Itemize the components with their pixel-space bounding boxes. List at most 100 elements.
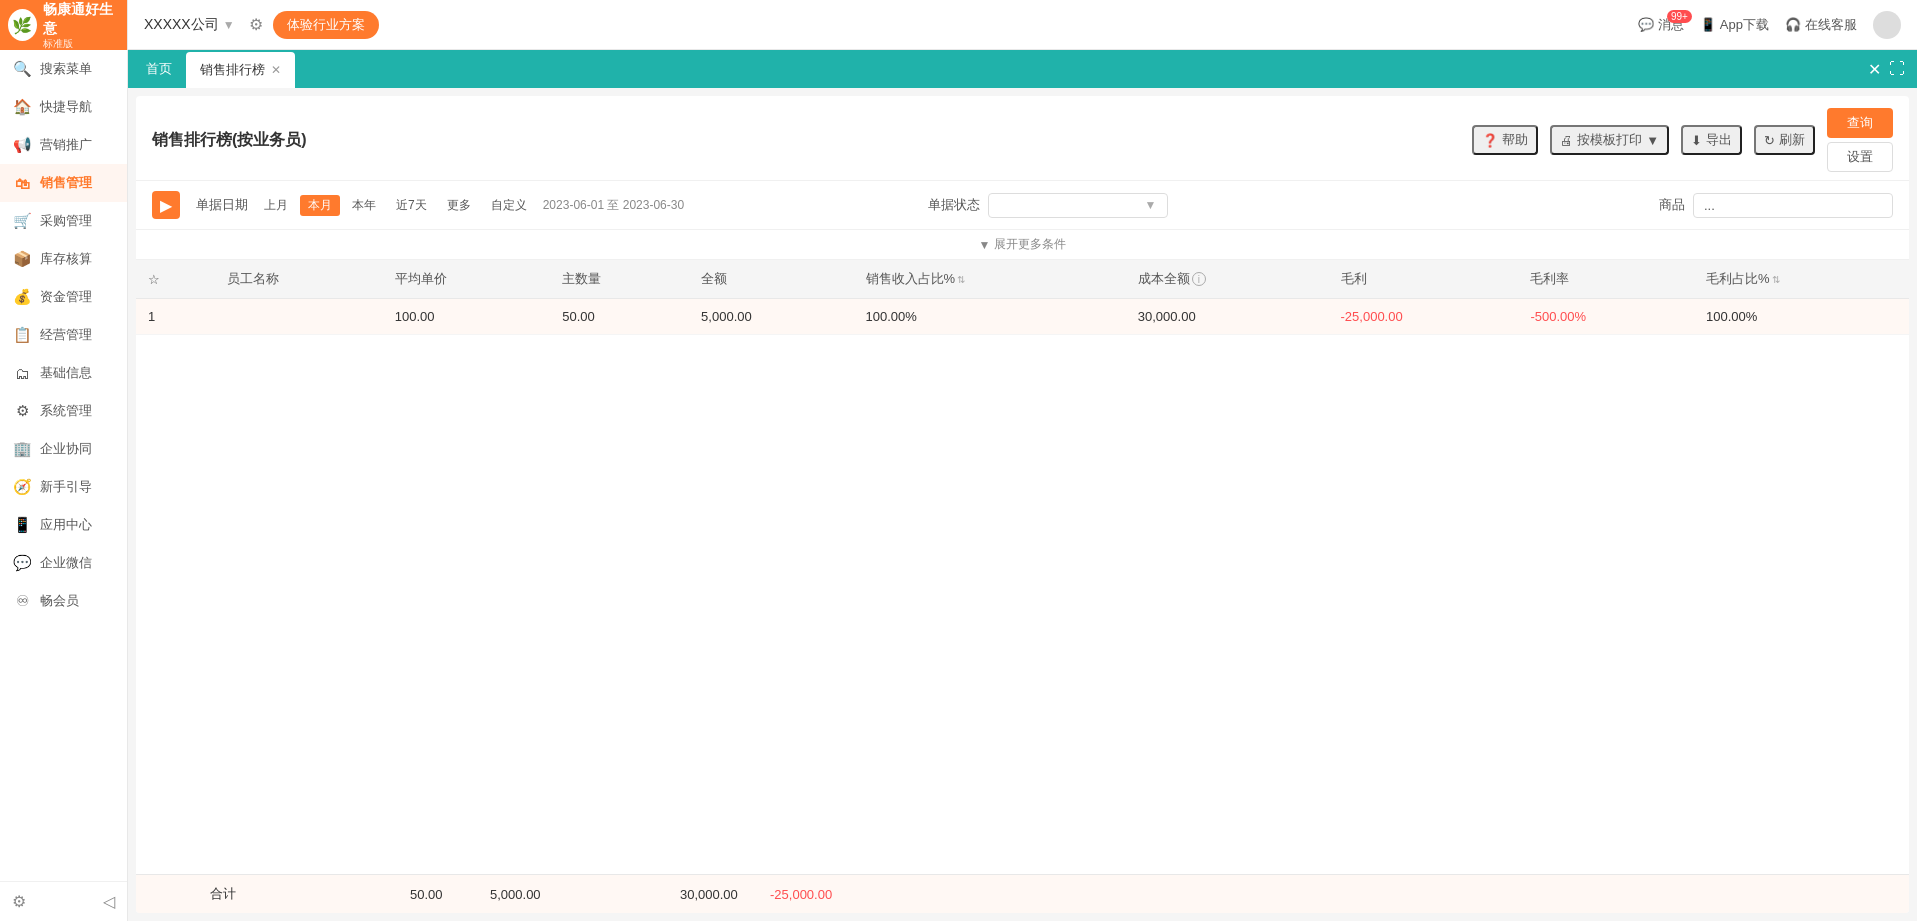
date-range: 2023-06-01 至 2023-06-30: [543, 197, 684, 214]
main-area: XXXXX公司 ▼ ⚙ 体验行业方案 💬 消息 99+ 📱 App下载 🎧 在线…: [128, 0, 1917, 921]
header-right: 💬 消息 99+ 📱 App下载 🎧 在线客服: [1638, 11, 1901, 39]
cell-amount: 5,000.00: [689, 299, 853, 335]
footer-amount: 5,000.00: [478, 887, 568, 902]
app-download-button[interactable]: 📱 App下载: [1700, 16, 1769, 34]
sidebar-item-finance[interactable]: 💰资金管理: [0, 278, 127, 316]
app-download-icon: 📱: [1700, 17, 1716, 32]
company-name: XXXXX公司: [144, 16, 219, 34]
member-icon: ♾: [12, 592, 32, 610]
table-header: ☆员工名称平均单价主数量全额销售收入占比%⇅成本全额i毛利毛利率毛利占比%⇅: [136, 260, 1909, 299]
company-selector[interactable]: XXXXX公司 ▼: [144, 16, 235, 34]
company-dropdown-arrow: ▼: [223, 18, 235, 32]
cost-info-icon[interactable]: i: [1192, 272, 1206, 286]
inner-page: 销售排行榜(按业务员) ❓ 帮助 🖨 按模板打印 ▼ ⬇ 导出: [136, 96, 1909, 913]
goods-dropdown-value: ...: [1704, 198, 1715, 213]
sidebar-item-enterprise[interactable]: 🏢企业协同: [0, 430, 127, 468]
filter-toggle-button[interactable]: ▶: [152, 191, 180, 219]
settings-button[interactable]: 设置: [1827, 142, 1893, 172]
system-icon: ⚙: [12, 402, 32, 420]
footer-total-label: 合计: [198, 885, 318, 903]
tab-sales-ranking[interactable]: 销售排行榜 ✕: [186, 52, 295, 88]
sidebar-item-label: 系统管理: [40, 402, 92, 420]
status-dropdown-arrow: ▼: [1145, 198, 1157, 212]
help-button[interactable]: ❓ 帮助: [1472, 125, 1538, 155]
help-icon: ❓: [1482, 133, 1498, 148]
tabs-bar: 首页 销售排行榜 ✕ ✕ ⛶: [128, 50, 1917, 88]
date-tab-近7天[interactable]: 近7天: [388, 195, 435, 216]
status-dropdown[interactable]: ▼: [988, 193, 1168, 218]
tab-expand-icon[interactable]: ⛶: [1889, 60, 1905, 78]
sidebar-logo: 🌿 畅康通好生意 标准版: [0, 0, 127, 50]
sidebar-item-label: 畅会员: [40, 592, 79, 610]
tabs-bar-actions: ✕ ⛶: [1868, 60, 1913, 79]
sidebar-item-app-center[interactable]: 📱应用中心: [0, 506, 127, 544]
export-button[interactable]: ⬇ 导出: [1681, 125, 1742, 155]
sidebar-item-basic-info[interactable]: 🗂基础信息: [0, 354, 127, 392]
avatar[interactable]: [1873, 11, 1901, 39]
print-button[interactable]: 🖨 按模板打印 ▼: [1550, 125, 1669, 155]
date-filter-label: 单据日期: [196, 196, 248, 214]
marketing-icon: 📢: [12, 136, 32, 154]
online-service-button[interactable]: 🎧 在线客服: [1785, 16, 1857, 34]
date-tab-上月[interactable]: 上月: [256, 195, 296, 216]
page-header: 销售排行榜(按业务员) ❓ 帮助 🖨 按模板打印 ▼ ⬇ 导出: [136, 96, 1909, 181]
col-header-gross_ratio[interactable]: 毛利占比%⇅: [1694, 260, 1909, 299]
top-header: XXXXX公司 ▼ ⚙ 体验行业方案 💬 消息 99+ 📱 App下载 🎧 在线…: [128, 0, 1917, 50]
sidebar-item-operations[interactable]: 📋经营管理: [0, 316, 127, 354]
goods-dropdown[interactable]: ...: [1693, 193, 1893, 218]
header-settings-icon[interactable]: ⚙: [249, 15, 263, 34]
tab-close-icon[interactable]: ✕: [271, 63, 281, 77]
date-tab-更多[interactable]: 更多: [439, 195, 479, 216]
app-center-icon: 📱: [12, 516, 32, 534]
sidebar-item-marketing[interactable]: 📢营销推广: [0, 126, 127, 164]
app-logo-text: 畅康通好生意 标准版: [43, 0, 119, 49]
tab-home[interactable]: 首页: [132, 50, 186, 88]
settings-icon[interactable]: ⚙: [12, 892, 26, 911]
page-content: 销售排行榜(按业务员) ❓ 帮助 🖨 按模板打印 ▼ ⬇ 导出: [128, 88, 1917, 921]
sidebar-item-sales[interactable]: 🛍销售管理: [0, 164, 127, 202]
date-tab-本年[interactable]: 本年: [344, 195, 384, 216]
finance-icon: 💰: [12, 288, 32, 306]
cell-sales-ratio: 100.00%: [854, 299, 1126, 335]
date-tab-自定义[interactable]: 自定义: [483, 195, 535, 216]
sidebar-item-label: 新手引导: [40, 478, 92, 496]
sidebar-item-system[interactable]: ⚙ 系统管理: [0, 392, 127, 430]
message-button[interactable]: 💬 消息 99+: [1638, 16, 1684, 34]
trial-button[interactable]: 体验行业方案: [273, 11, 379, 39]
status-filter-group: 单据状态 ▼: [928, 193, 1644, 218]
cell-gross: -25,000.00: [1329, 299, 1519, 335]
message-badge: 99+: [1667, 10, 1692, 23]
sort-icon-gross_ratio[interactable]: ⇅: [1772, 274, 1780, 285]
sidebar-item-label: 搜索菜单: [40, 60, 92, 78]
export-icon: ⬇: [1691, 133, 1702, 148]
guide-icon: 🧭: [12, 478, 32, 496]
sidebar-item-purchase[interactable]: 🛒采购管理: [0, 202, 127, 240]
date-tab-本月[interactable]: 本月: [300, 195, 340, 216]
inventory-icon: 📦: [12, 250, 32, 268]
page-title: 销售排行榜(按业务员): [152, 130, 307, 151]
tab-close-all-icon[interactable]: ✕: [1868, 60, 1881, 79]
cell-cost: 30,000.00: [1126, 299, 1329, 335]
sidebar-item-search[interactable]: 🔍搜索菜单: [0, 50, 127, 88]
sidebar-item-member[interactable]: ♾ 畅会员: [0, 582, 127, 620]
collapse-icon[interactable]: ◁: [103, 892, 115, 911]
page-actions: ❓ 帮助 🖨 按模板打印 ▼ ⬇ 导出 ↻ 刷新: [1472, 108, 1893, 172]
sidebar-item-guide[interactable]: 🧭 新手引导: [0, 468, 127, 506]
sidebar-item-quick-nav[interactable]: 🏠快捷导航: [0, 88, 127, 126]
refresh-button[interactable]: ↻ 刷新: [1754, 125, 1815, 155]
sidebar-item-inventory[interactable]: 📦库存核算: [0, 240, 127, 278]
query-button[interactable]: 查询: [1827, 108, 1893, 138]
sidebar-footer: ⚙ ◁: [0, 881, 127, 921]
print-icon: 🖨: [1560, 133, 1573, 148]
expand-conditions-button[interactable]: ▼ 展开更多条件: [969, 234, 1077, 255]
sales-icon: 🛍: [12, 175, 32, 192]
sort-icon-sales_ratio[interactable]: ⇅: [957, 274, 965, 285]
sidebar-nav: 🔍搜索菜单🏠快捷导航📢营销推广🛍销售管理🛒采购管理📦库存核算💰资金管理📋经营管理…: [0, 50, 127, 881]
print-dropdown-arrow: ▼: [1646, 133, 1659, 148]
col-header-sales_ratio[interactable]: 销售收入占比%⇅: [854, 260, 1126, 299]
table-body: 1100.0050.005,000.00100.00%30,000.00-25,…: [136, 299, 1909, 335]
footer-quantity: 50.00: [398, 887, 478, 902]
sidebar-item-wechat[interactable]: 💬企业微信: [0, 544, 127, 582]
sidebar-item-label: 企业协同: [40, 440, 92, 458]
table-area: ☆员工名称平均单价主数量全额销售收入占比%⇅成本全额i毛利毛利率毛利占比%⇅ 1…: [136, 260, 1909, 874]
